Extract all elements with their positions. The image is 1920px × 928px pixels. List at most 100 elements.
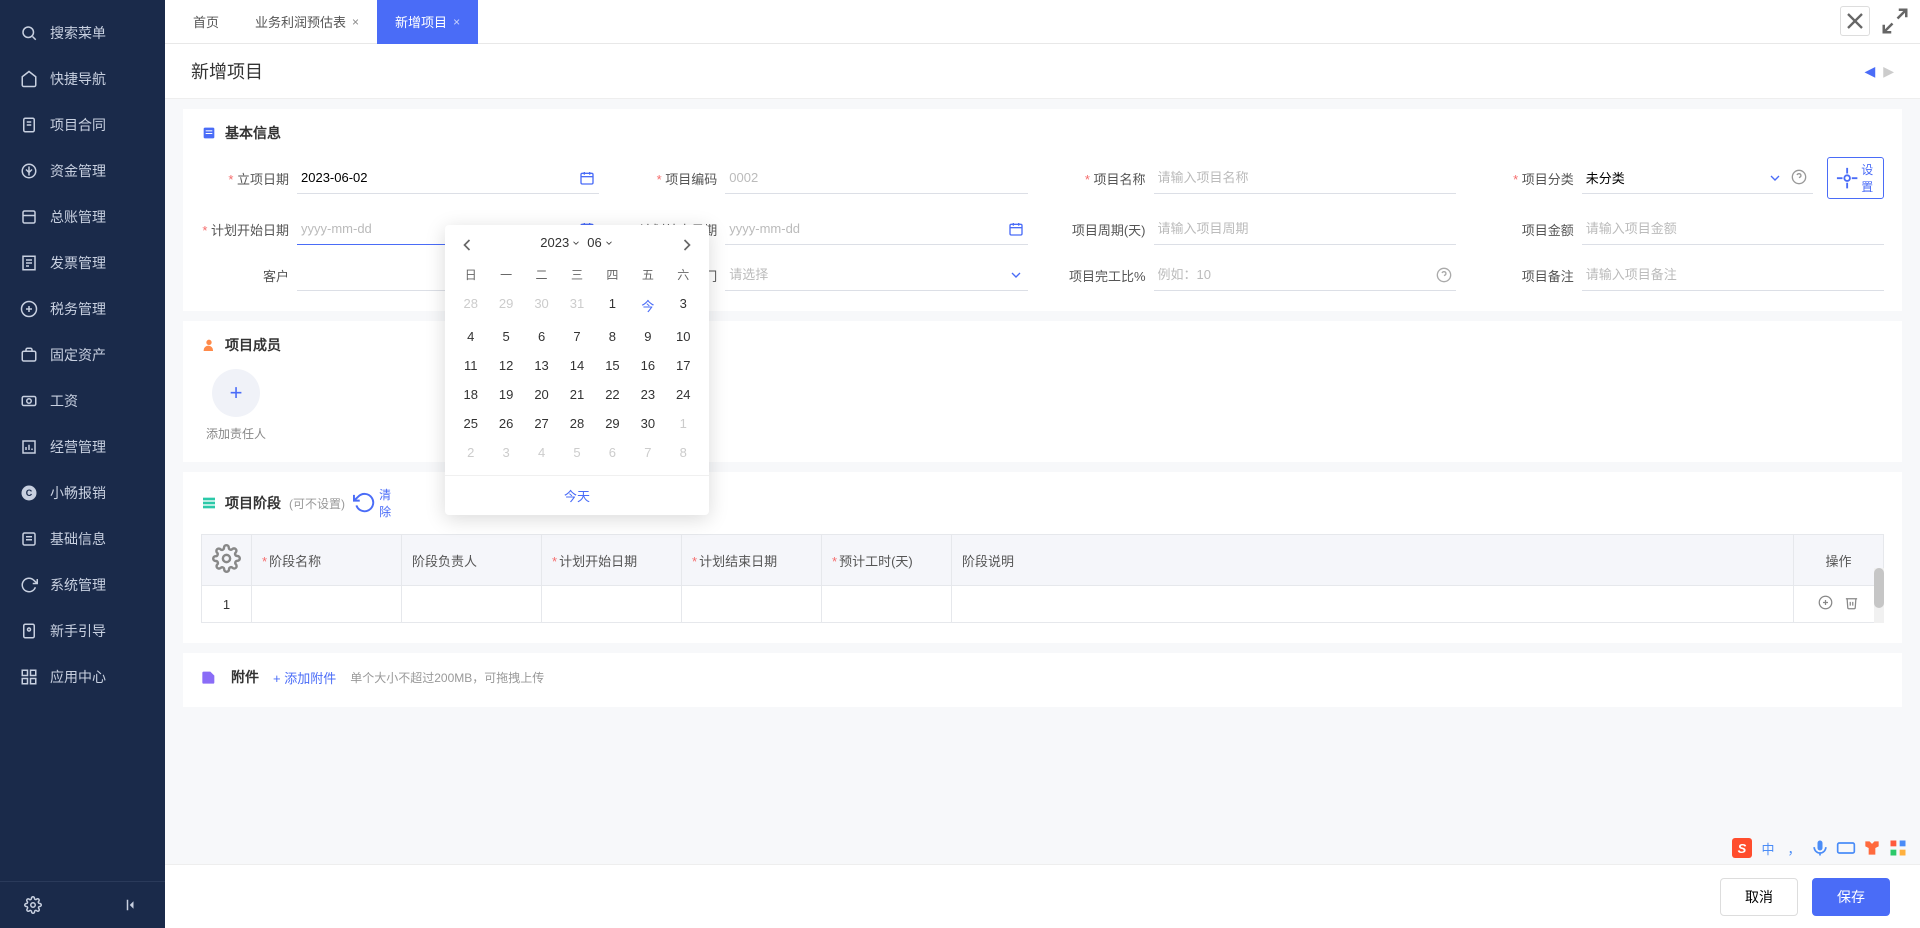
- col-gear[interactable]: [202, 535, 252, 586]
- cancel-button[interactable]: 取消: [1720, 878, 1798, 916]
- settings-button[interactable]: 设置: [1827, 157, 1884, 199]
- day-cell[interactable]: 21: [559, 380, 594, 409]
- today-button[interactable]: 今天: [445, 475, 709, 515]
- estab-date-input[interactable]: [297, 162, 599, 194]
- day-cell[interactable]: 4: [524, 438, 559, 467]
- day-cell[interactable]: 14: [559, 351, 594, 380]
- ime-keyboard-icon[interactable]: [1836, 838, 1856, 858]
- sidebar-item-7[interactable]: 固定资产: [0, 332, 165, 378]
- sidebar-item-11[interactable]: 基础信息: [0, 516, 165, 562]
- chevron-down-icon[interactable]: [1008, 267, 1024, 283]
- tab-0[interactable]: 首页: [175, 0, 237, 44]
- collapse-icon[interactable]: [123, 896, 141, 914]
- add-member-button[interactable]: +: [212, 369, 260, 417]
- save-button[interactable]: 保存: [1812, 878, 1890, 916]
- plan-end-input[interactable]: [725, 213, 1027, 245]
- add-attachment-link[interactable]: + 添加附件: [273, 668, 336, 687]
- project-name-input[interactable]: [1154, 162, 1456, 194]
- day-cell[interactable]: 1: [595, 289, 630, 322]
- day-cell[interactable]: 16: [630, 351, 665, 380]
- cell-hours[interactable]: [822, 586, 952, 623]
- day-cell[interactable]: 3: [488, 438, 523, 467]
- year-select[interactable]: 2023: [540, 235, 581, 250]
- day-cell[interactable]: 30: [524, 289, 559, 322]
- sidebar-item-3[interactable]: 资金管理: [0, 148, 165, 194]
- day-cell[interactable]: 8: [595, 322, 630, 351]
- day-cell[interactable]: 2: [453, 438, 488, 467]
- complete-pct-input[interactable]: [1154, 259, 1456, 291]
- day-cell[interactable]: 3: [666, 289, 701, 322]
- ime-mic-icon[interactable]: [1810, 838, 1830, 858]
- sidebar-item-13[interactable]: 新手引导: [0, 608, 165, 654]
- day-cell[interactable]: 6: [595, 438, 630, 467]
- sidebar-item-2[interactable]: 项目合同: [0, 102, 165, 148]
- month-select[interactable]: 06: [587, 235, 613, 250]
- period-input[interactable]: [1154, 213, 1456, 245]
- day-cell[interactable]: 30: [630, 409, 665, 438]
- ime-skin-icon[interactable]: [1862, 838, 1882, 858]
- day-cell[interactable]: 10: [666, 322, 701, 351]
- delete-row-icon[interactable]: [1844, 595, 1859, 610]
- sidebar-item-8[interactable]: 工资: [0, 378, 165, 424]
- day-cell[interactable]: 18: [453, 380, 488, 409]
- sidebar-item-10[interactable]: C小畅报销: [0, 470, 165, 516]
- day-cell[interactable]: 13: [524, 351, 559, 380]
- day-cell[interactable]: 8: [666, 438, 701, 467]
- gear-icon[interactable]: [24, 896, 42, 914]
- amount-input[interactable]: [1582, 213, 1884, 245]
- day-cell[interactable]: 今: [630, 289, 665, 322]
- close-all-icon[interactable]: [1840, 6, 1870, 36]
- sidebar-item-1[interactable]: 快捷导航: [0, 56, 165, 102]
- day-cell[interactable]: 31: [559, 289, 594, 322]
- day-cell[interactable]: 5: [559, 438, 594, 467]
- sidebar-item-12[interactable]: 系统管理: [0, 562, 165, 608]
- expand-icon[interactable]: [1880, 6, 1910, 36]
- day-cell[interactable]: 5: [488, 322, 523, 351]
- table-scrollbar[interactable]: [1874, 568, 1884, 623]
- close-icon[interactable]: ×: [352, 15, 359, 29]
- sidebar-item-6[interactable]: 税务管理: [0, 286, 165, 332]
- ime-s-icon[interactable]: S: [1732, 838, 1752, 858]
- cell-end[interactable]: [682, 586, 822, 623]
- project-code-input[interactable]: [725, 162, 1027, 194]
- day-cell[interactable]: 15: [595, 351, 630, 380]
- day-cell[interactable]: 7: [559, 322, 594, 351]
- sidebar-item-14[interactable]: 应用中心: [0, 654, 165, 700]
- day-cell[interactable]: 6: [524, 322, 559, 351]
- sidebar-item-4[interactable]: 总账管理: [0, 194, 165, 240]
- close-icon[interactable]: ×: [453, 15, 460, 29]
- sidebar-item-0[interactable]: 搜索菜单: [0, 10, 165, 56]
- remark-input[interactable]: [1582, 259, 1884, 291]
- ime-cn-icon[interactable]: 中: [1758, 838, 1778, 858]
- help-icon[interactable]: [1791, 169, 1807, 188]
- cell-owner[interactable]: [402, 586, 542, 623]
- next-month-icon[interactable]: [677, 235, 697, 255]
- cell-name[interactable]: [252, 586, 402, 623]
- prev-month-icon[interactable]: [457, 235, 477, 255]
- day-cell[interactable]: 23: [630, 380, 665, 409]
- day-cell[interactable]: 27: [524, 409, 559, 438]
- day-cell[interactable]: 28: [559, 409, 594, 438]
- day-cell[interactable]: 29: [488, 289, 523, 322]
- sidebar-item-5[interactable]: 发票管理: [0, 240, 165, 286]
- day-cell[interactable]: 29: [595, 409, 630, 438]
- day-cell[interactable]: 4: [453, 322, 488, 351]
- clear-stages-link[interactable]: 清除: [353, 486, 393, 520]
- add-row-icon[interactable]: [1818, 595, 1833, 610]
- cell-start[interactable]: [542, 586, 682, 623]
- day-cell[interactable]: 26: [488, 409, 523, 438]
- ime-grid-icon[interactable]: [1888, 838, 1908, 858]
- prev-record-icon[interactable]: ◀: [1864, 63, 1875, 80]
- tab-1[interactable]: 业务利润预估表×: [237, 0, 377, 44]
- help-icon[interactable]: [1436, 267, 1452, 283]
- calendar-icon[interactable]: [579, 170, 595, 186]
- day-cell[interactable]: 22: [595, 380, 630, 409]
- day-cell[interactable]: 12: [488, 351, 523, 380]
- chevron-down-icon[interactable]: [1767, 170, 1783, 186]
- day-cell[interactable]: 25: [453, 409, 488, 438]
- sidebar-item-9[interactable]: 经营管理: [0, 424, 165, 470]
- dept-select[interactable]: [725, 259, 1027, 291]
- day-cell[interactable]: 19: [488, 380, 523, 409]
- day-cell[interactable]: 24: [666, 380, 701, 409]
- day-cell[interactable]: 20: [524, 380, 559, 409]
